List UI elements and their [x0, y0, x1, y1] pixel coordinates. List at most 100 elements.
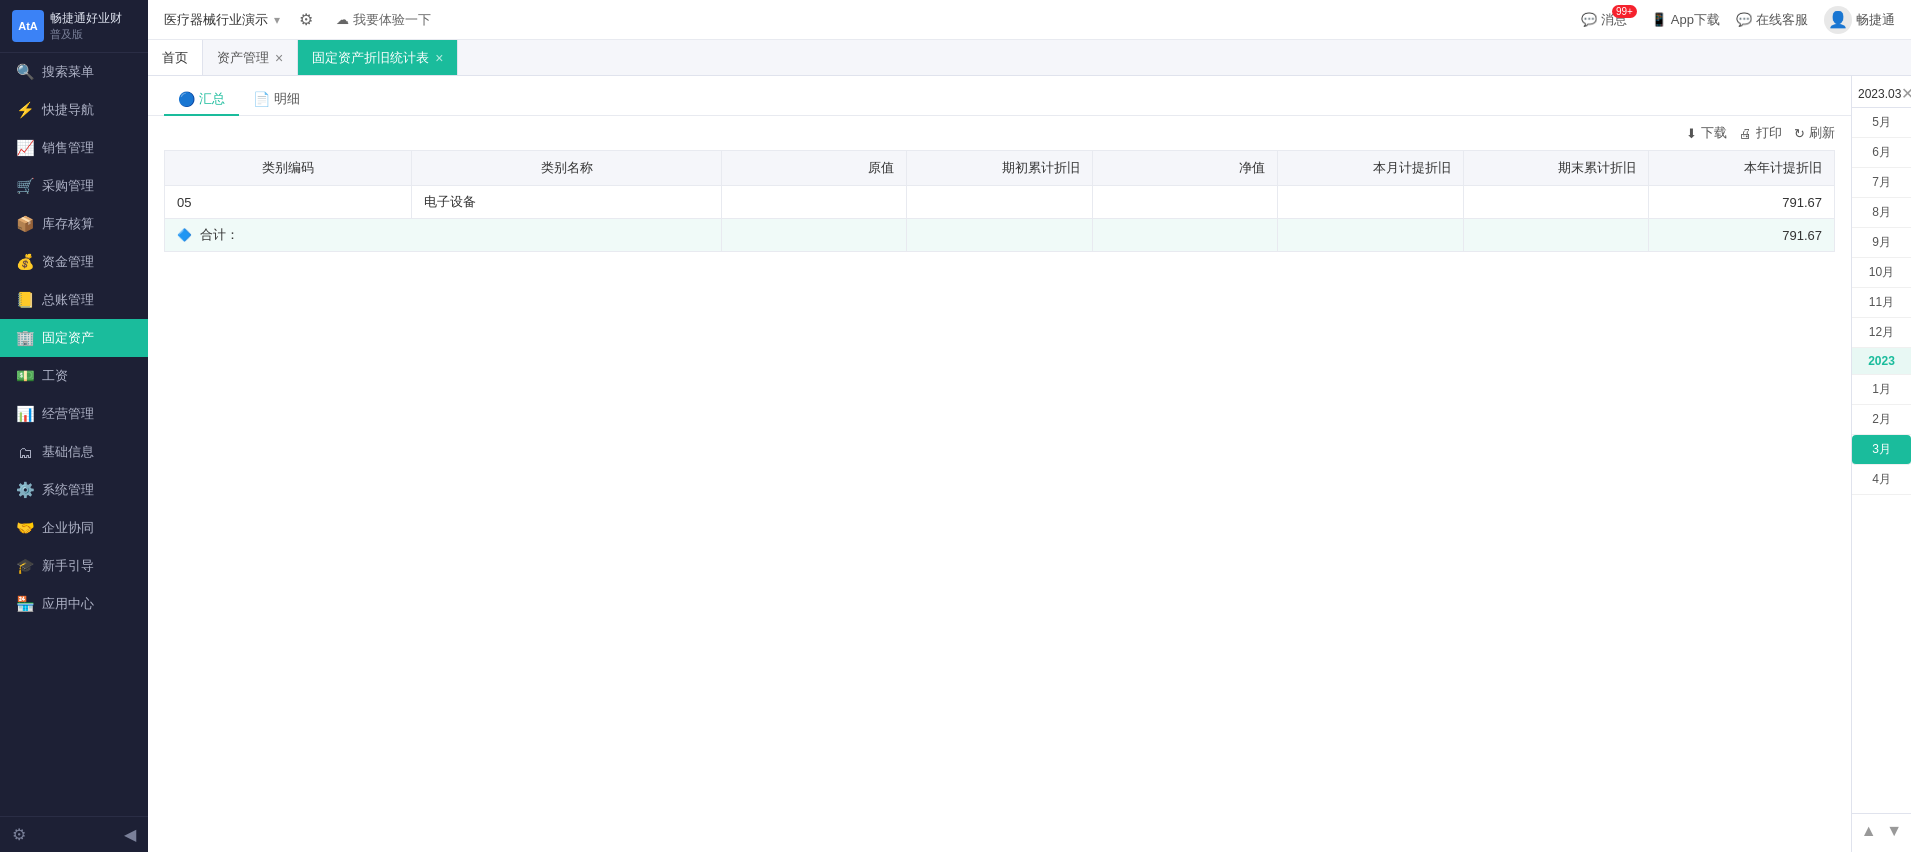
- sidebar-icon-collab: 🤝: [16, 519, 34, 537]
- rp-month-11[interactable]: 11月: [1852, 288, 1911, 318]
- sidebar-item-quicknav[interactable]: ⚡ 快捷导航: [0, 91, 148, 129]
- refresh-btn[interactable]: ↻ 刷新: [1794, 124, 1835, 142]
- tabbar: 首页 资产管理 × 固定资产折旧统计表 ×: [148, 40, 1911, 76]
- sidebar-item-collab[interactable]: 🤝 企业协同: [0, 509, 148, 547]
- tab-home[interactable]: 首页: [148, 40, 203, 75]
- logo-text-block: 畅捷通好业财 普及版: [50, 10, 122, 42]
- depreciation-table: 类别编码 类别名称 原值 期初累计折旧 净值 本月计提折旧 期末累计折旧 本年计…: [164, 150, 1835, 252]
- print-label: 打印: [1756, 124, 1782, 142]
- sidebar-label-fixedasset: 固定资产: [42, 329, 94, 347]
- sidebar-label-sales: 销售管理: [42, 139, 94, 157]
- app-label: App下载: [1671, 11, 1720, 29]
- data-table-wrap: 类别编码 类别名称 原值 期初累计折旧 净值 本月计提折旧 期末累计折旧 本年计…: [148, 150, 1851, 852]
- sidebar-label-system: 系统管理: [42, 481, 94, 499]
- sidebar-label-finance: 资金管理: [42, 253, 94, 271]
- topbar: 医疗器械行业演示 ▾ ⚙ ☁ 我要体验一下 💬 消息 99+ 📱 App下载 💬…: [148, 0, 1911, 40]
- service-btn[interactable]: 💬 在线客服: [1736, 11, 1808, 29]
- sidebar-item-inventory[interactable]: 📦 库存核算: [0, 205, 148, 243]
- company-chevron-icon: ▾: [274, 13, 280, 27]
- logo-icon: AtA: [12, 10, 44, 42]
- sidebar-icon-appstore: 🏪: [16, 595, 34, 613]
- tab-assetmgmt-close[interactable]: ×: [275, 50, 283, 66]
- sidebar-item-search[interactable]: 🔍 搜索菜单: [0, 53, 148, 91]
- table-total-row: 🔷 合计： 791.67: [165, 219, 1835, 252]
- tab-depreciation-label: 固定资产折旧统计表: [312, 49, 429, 67]
- tab-assetmgmt-label: 资产管理: [217, 49, 269, 67]
- row-name: 电子设备: [412, 186, 721, 219]
- table-toolbar: ⬇ 下载 🖨 打印 ↻ 刷新: [148, 116, 1851, 150]
- detail-icon: 📄: [253, 91, 270, 107]
- total-bnjitj: 791.67: [1649, 219, 1835, 252]
- sidebar-item-ledger[interactable]: 📒 总账管理: [0, 281, 148, 319]
- sidebar-item-finance[interactable]: 💰 资金管理: [0, 243, 148, 281]
- rp-month-3[interactable]: 3月: [1852, 435, 1911, 465]
- app-download-btn[interactable]: 📱 App下载: [1651, 11, 1720, 29]
- company-selector[interactable]: 医疗器械行业演示 ▾: [164, 11, 280, 29]
- row-qmljzj: [1463, 186, 1649, 219]
- sidebar-item-salary[interactable]: 💵 工资: [0, 357, 148, 395]
- table-row: 05 电子设备 791.67: [165, 186, 1835, 219]
- content-area: 🔵 汇总 📄 明细 ⬇ 下载 🖨 打印 ↻: [148, 76, 1911, 852]
- total-expand-icon[interactable]: 🔷: [177, 228, 192, 242]
- rp-month-10[interactable]: 10月: [1852, 258, 1911, 288]
- experience-btn[interactable]: ☁ 我要体验一下: [336, 11, 431, 29]
- rp-month-list: 5月 6月 7月 8月 9月 10月 11月 12月 2023 1月 2月 3月…: [1852, 108, 1911, 813]
- total-qichulj: [907, 219, 1093, 252]
- sidebar-label-quicknav: 快捷导航: [42, 101, 94, 119]
- download-btn[interactable]: ⬇ 下载: [1686, 124, 1727, 142]
- service-label: 在线客服: [1756, 11, 1808, 29]
- sidebar-label-search: 搜索菜单: [42, 63, 94, 81]
- subtab-summary-label: 汇总: [199, 90, 225, 108]
- subtab-detail[interactable]: 📄 明细: [239, 84, 314, 116]
- row-byjtj: [1278, 186, 1464, 219]
- message-btn[interactable]: 💬 消息 99+: [1581, 11, 1627, 29]
- print-btn[interactable]: 🖨 打印: [1739, 124, 1782, 142]
- tab-assetmgmt[interactable]: 资产管理 ×: [203, 40, 298, 75]
- tab-depreciation[interactable]: 固定资产折旧统计表 ×: [298, 40, 458, 75]
- content-main: 🔵 汇总 📄 明细 ⬇ 下载 🖨 打印 ↻: [148, 76, 1851, 852]
- right-panel: 2023.03 ✕ ⤢ 5月 6月 7月 8月 9月 10月 11月 12月 2…: [1851, 76, 1911, 852]
- col-header-yuanzhi: 原值: [721, 151, 907, 186]
- message-badge: 99+: [1612, 5, 1637, 18]
- sidebar-item-system[interactable]: ⚙️ 系统管理: [0, 471, 148, 509]
- topbar-right: 💬 消息 99+ 📱 App下载 💬 在线客服 👤 畅捷通: [1581, 6, 1895, 34]
- sidebar-item-baseinfo[interactable]: 🗂 基础信息: [0, 433, 148, 471]
- rp-month-2[interactable]: 2月: [1852, 405, 1911, 435]
- rp-month-9[interactable]: 9月: [1852, 228, 1911, 258]
- subtab-summary[interactable]: 🔵 汇总: [164, 84, 239, 116]
- topbar-settings-btn[interactable]: ⚙: [292, 6, 320, 34]
- rp-month-6[interactable]: 6月: [1852, 138, 1911, 168]
- tab-depreciation-close[interactable]: ×: [435, 50, 443, 66]
- rp-down-btn[interactable]: ▼: [1883, 820, 1905, 842]
- experience-label: 我要体验一下: [353, 11, 431, 29]
- rp-month-1[interactable]: 1月: [1852, 375, 1911, 405]
- settings-icon[interactable]: ⚙: [12, 825, 26, 844]
- col-header-qichulj: 期初累计折旧: [907, 151, 1093, 186]
- rp-up-btn[interactable]: ▲: [1858, 820, 1880, 842]
- rp-month-5[interactable]: 5月: [1852, 108, 1911, 138]
- sidebar-item-sales[interactable]: 📈 销售管理: [0, 129, 148, 167]
- sidebar-label-ops: 经营管理: [42, 405, 94, 423]
- col-header-jingzhi: 净值: [1092, 151, 1278, 186]
- refresh-icon: ↻: [1794, 126, 1805, 141]
- sidebar-item-fixedasset[interactable]: 🏢 固定资产: [0, 319, 148, 357]
- sidebar-label-baseinfo: 基础信息: [42, 443, 94, 461]
- sidebar-item-guide[interactable]: 🎓 新手引导: [0, 547, 148, 585]
- sidebar-icon-system: ⚙️: [16, 481, 34, 499]
- summary-icon: 🔵: [178, 91, 195, 107]
- rp-month-12[interactable]: 12月: [1852, 318, 1911, 348]
- user-area[interactable]: 👤 畅捷通: [1824, 6, 1895, 34]
- sidebar: AtA 畅捷通好业财 普及版 🔍 搜索菜单 ⚡ 快捷导航 📈 销售管理 🛒 采购…: [0, 0, 148, 852]
- rp-close-btn[interactable]: ✕: [1901, 84, 1911, 103]
- rp-month-4[interactable]: 4月: [1852, 465, 1911, 495]
- sidebar-item-appstore[interactable]: 🏪 应用中心: [0, 585, 148, 623]
- rp-month-7[interactable]: 7月: [1852, 168, 1911, 198]
- collapse-icon[interactable]: ◀: [124, 825, 136, 844]
- cloud-icon: ☁: [336, 12, 349, 27]
- sidebar-label-salary: 工资: [42, 367, 68, 385]
- sidebar-item-purchase[interactable]: 🛒 采购管理: [0, 167, 148, 205]
- sidebar-footer: ⚙ ◀: [0, 816, 148, 852]
- sidebar-item-ops[interactable]: 📊 经营管理: [0, 395, 148, 433]
- total-label: 🔷 合计：: [165, 219, 722, 252]
- rp-month-8[interactable]: 8月: [1852, 198, 1911, 228]
